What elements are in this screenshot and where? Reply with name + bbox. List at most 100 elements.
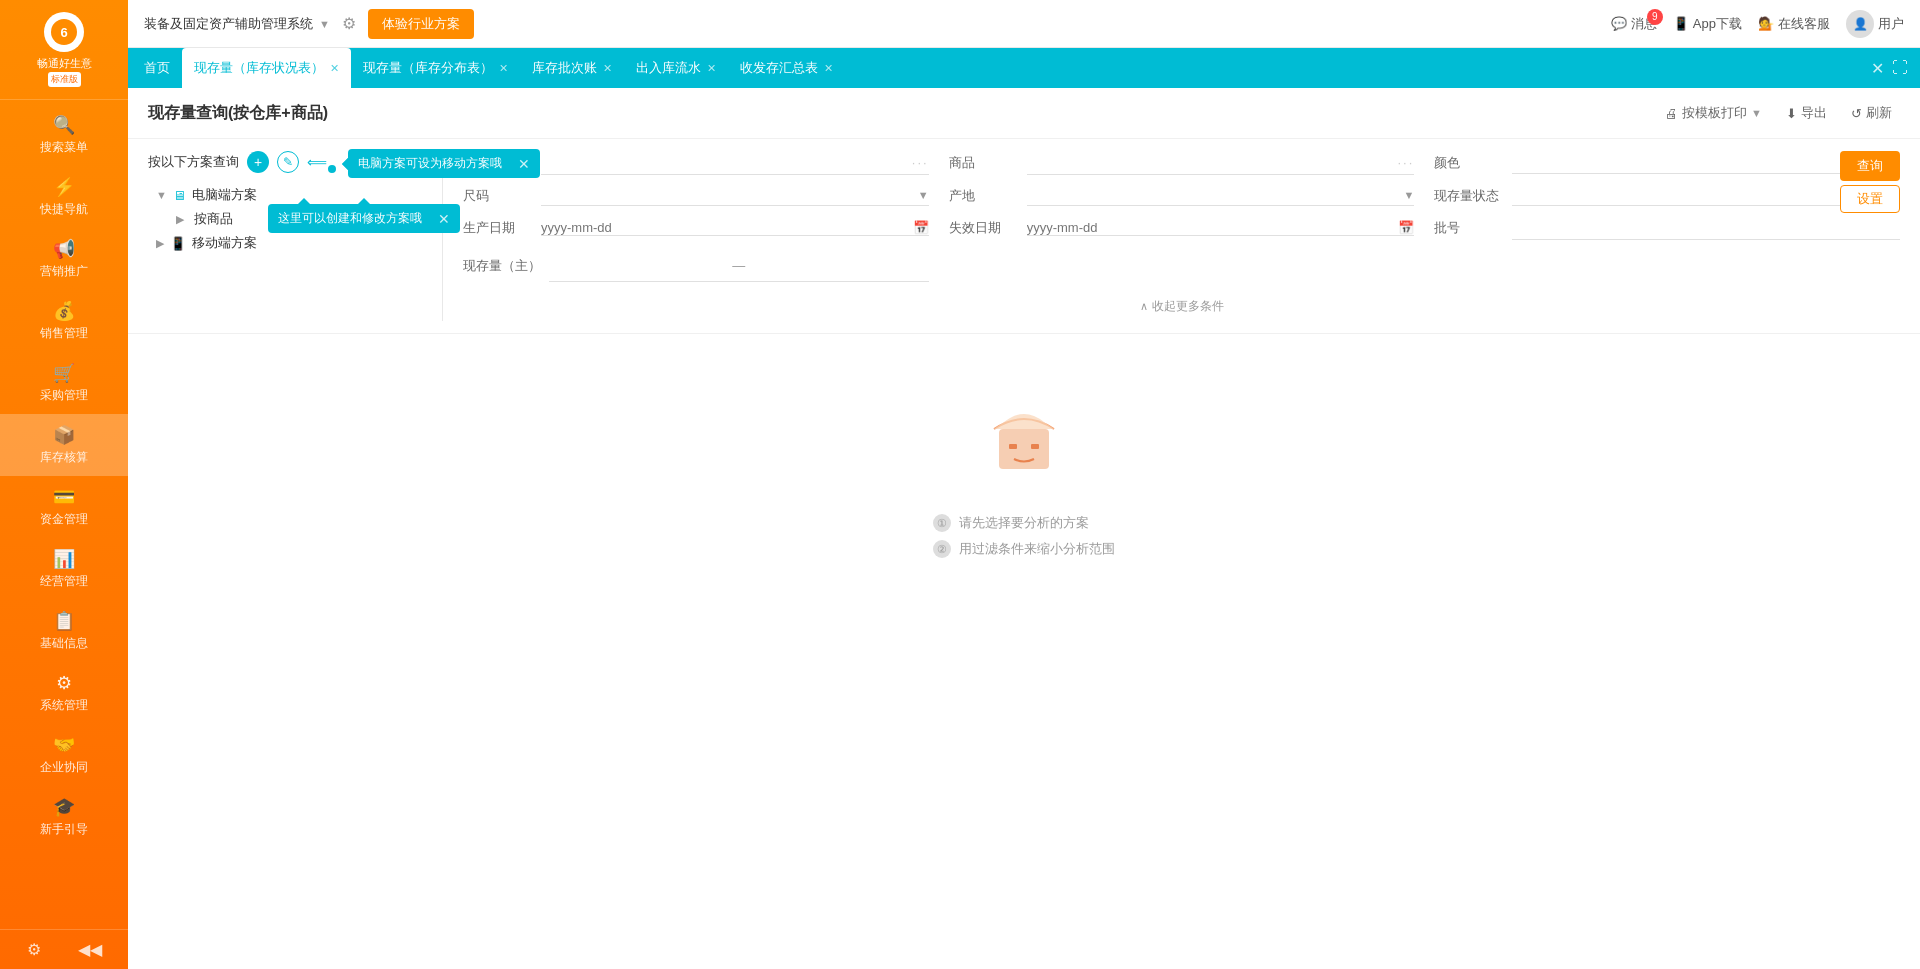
mfg-date-calendar-icon[interactable]: 📅 <box>913 220 929 235</box>
sidebar-item-guide[interactable]: 🎓 新手引导 <box>0 786 128 848</box>
sidebar-nav: 🔍 搜索菜单 ⚡ 快捷导航 📢 营销推广 💰 销售管理 🛒 采购管理 📦 库存核… <box>0 104 128 929</box>
filter-exp-date: 失效日期 📅 <box>949 216 1415 240</box>
tab-inout-flow-close[interactable]: ✕ <box>707 62 716 75</box>
sidebar-item-inventory[interactable]: 📦 库存核算 <box>0 414 128 476</box>
support-icon: 💁 <box>1758 16 1774 31</box>
svg-rect-2 <box>999 429 1049 469</box>
page-header: 现存量查询(按仓库+商品) 🖨 按模板打印 ▼ ⬇ 导出 ↺ 刷新 <box>128 88 1920 139</box>
user-group[interactable]: 👤 用户 <box>1846 10 1904 38</box>
tab-close-all-btn[interactable]: ✕ <box>1871 59 1884 78</box>
filter-mfg-date: 生产日期 📅 <box>463 216 929 240</box>
app-download-group[interactable]: 📱 App下载 <box>1673 15 1742 33</box>
header-right: 💬 消息 9 📱 App下载 💁 在线客服 👤 用户 <box>1611 10 1904 38</box>
refresh-label: 刷新 <box>1866 104 1892 122</box>
tooltip-add-text: 电脑方案可设为移动方案哦 <box>358 155 502 172</box>
batch-input[interactable] <box>1512 216 1900 240</box>
refresh-btn[interactable]: ↺ 刷新 <box>1843 100 1900 126</box>
tab-inventory-dist[interactable]: 现存量（库存分布表） ✕ <box>351 48 520 88</box>
sidebar-item-marketing[interactable]: 📢 营销推广 <box>0 228 128 290</box>
logo-badge: 标准版 <box>48 72 81 87</box>
settings-icon[interactable]: ⚙ <box>342 14 356 33</box>
tab-batch-account[interactable]: 库存批次账 ✕ <box>520 48 624 88</box>
scheme-item-mobile[interactable]: ▶ 📱 移动端方案 <box>156 231 426 255</box>
exp-date-calendar-icon[interactable]: 📅 <box>1398 220 1414 235</box>
filter-size: 尺码 ▼ <box>463 185 929 206</box>
empty-tip-1: ① 请先选择要分析的方案 <box>933 510 1115 536</box>
warehouse-dots[interactable]: ··· <box>912 155 929 170</box>
mobile-scheme-icon: 📱 <box>170 236 186 251</box>
tab-expand-btn[interactable]: ⛶ <box>1892 59 1908 77</box>
goods-dots[interactable]: ··· <box>1397 155 1414 170</box>
system-title-text: 装备及固定资产辅助管理系统 <box>144 15 313 33</box>
mfg-date-input[interactable] <box>541 220 909 235</box>
export-label: 导出 <box>1801 104 1827 122</box>
filter-add-btn[interactable]: + <box>247 151 269 173</box>
stock-qty-min-input[interactable] <box>549 254 724 277</box>
filter-row-3: 生产日期 📅 失效日期 📅 <box>463 216 1900 240</box>
exp-date-input[interactable] <box>1027 220 1395 235</box>
query-btn[interactable]: 查询 <box>1840 151 1900 181</box>
tab-home[interactable]: 首页 <box>132 48 182 88</box>
page-content: 现存量查询(按仓库+商品) 🖨 按模板打印 ▼ ⬇ 导出 ↺ 刷新 <box>128 88 1920 969</box>
filter-action-btns: 查询 设置 <box>1840 151 1900 213</box>
empty-state: ① 请先选择要分析的方案 ② 用过滤条件来缩小分析范围 <box>128 334 1920 622</box>
sidebar-item-quick[interactable]: ⚡ 快捷导航 <box>0 166 128 228</box>
filter-stock-qty: 现存量（主） — <box>463 250 929 282</box>
sidebar-item-sales[interactable]: 💰 销售管理 <box>0 290 128 352</box>
inventory-icon: 📦 <box>53 424 75 446</box>
message-group[interactable]: 💬 消息 9 <box>1611 15 1657 33</box>
scheme-panel: 按以下方案查询 + ✎ ⟸ ▼ 🖥 电脑端方案 <box>148 151 443 321</box>
industry-btn[interactable]: 体验行业方案 <box>368 9 474 39</box>
tab-inventory-dist-close[interactable]: ✕ <box>499 62 508 75</box>
tab-inventory-status[interactable]: 现存量（库存状况表） ✕ <box>182 48 351 88</box>
system-title-dropdown[interactable]: ▼ <box>319 18 330 30</box>
stock-qty-max-input[interactable] <box>753 254 928 277</box>
reset-btn[interactable]: 设置 <box>1840 185 1900 213</box>
filter-origin: 产地 ▼ <box>949 185 1415 206</box>
filter-edit-btn[interactable]: ✎ <box>277 151 299 173</box>
sidebar-item-purchase[interactable]: 🛒 采购管理 <box>0 352 128 414</box>
origin-select[interactable]: ▼ <box>1027 185 1415 206</box>
filter-row-1: 按仓库 ··· 商品 ··· <box>463 151 1900 175</box>
sidebar-item-label: 资金管理 <box>40 511 88 528</box>
size-label: 尺码 <box>463 187 533 205</box>
filter-label: 按以下方案查询 <box>148 153 239 171</box>
sidebar-item-label: 系统管理 <box>40 697 88 714</box>
tip-text-1: 请先选择要分析的方案 <box>959 510 1089 536</box>
sidebar-item-enterprise[interactable]: 🤝 企业协同 <box>0 724 128 786</box>
system-icon: ⚙ <box>56 672 72 694</box>
search-icon: 🔍 <box>53 114 75 136</box>
tooltip-edit-close[interactable]: ✕ <box>438 211 450 227</box>
empty-illustration <box>974 394 1074 494</box>
sidebar-item-basic[interactable]: 📋 基础信息 <box>0 600 128 662</box>
tab-inout-flow-label: 出入库流水 <box>636 59 701 77</box>
collapse-filter-btn[interactable]: ∧ 收起更多条件 <box>463 292 1900 321</box>
tab-recv-summary[interactable]: 收发存汇总表 ✕ <box>728 48 845 88</box>
sidebar-logo: 6 畅通好生意 标准版 <box>0 0 128 100</box>
filter-arrow-btn[interactable]: ⟸ <box>307 154 327 170</box>
tooltip-add-close[interactable]: ✕ <box>518 156 530 172</box>
stock-qty-separator: — <box>732 258 745 273</box>
origin-label: 产地 <box>949 187 1019 205</box>
support-group[interactable]: 💁 在线客服 <box>1758 15 1830 33</box>
pc-sub-label: 按商品 <box>194 210 233 228</box>
page-title: 现存量查询(按仓库+商品) <box>148 103 328 124</box>
tab-batch-account-close[interactable]: ✕ <box>603 62 612 75</box>
collapse-label: 收起更多条件 <box>1152 298 1224 315</box>
print-btn[interactable]: 🖨 按模板打印 ▼ <box>1657 100 1770 126</box>
tab-inout-flow[interactable]: 出入库流水 ✕ <box>624 48 728 88</box>
sidebar-item-finance[interactable]: 💳 资金管理 <box>0 476 128 538</box>
filter-area: 按以下方案查询 + ✎ ⟸ ▼ 🖥 电脑端方案 <box>128 139 1920 334</box>
sidebar-item-system[interactable]: ⚙ 系统管理 <box>0 662 128 724</box>
export-btn[interactable]: ⬇ 导出 <box>1778 100 1835 126</box>
sidebar-item-search[interactable]: 🔍 搜索菜单 <box>0 104 128 166</box>
tooltip-edit-text: 这里可以创建和修改方案哦 <box>278 210 422 227</box>
support-label: 在线客服 <box>1778 15 1830 33</box>
sidebar-item-operation[interactable]: 📊 经营管理 <box>0 538 128 600</box>
tab-recv-summary-close[interactable]: ✕ <box>824 62 833 75</box>
collapse-sidebar-btn[interactable]: ◀◀ <box>78 940 102 959</box>
settings-bottom-btn[interactable]: ⚙ <box>27 940 41 959</box>
svg-rect-3 <box>1009 444 1017 449</box>
tab-inventory-status-close[interactable]: ✕ <box>330 62 339 75</box>
size-select[interactable]: ▼ <box>541 185 929 206</box>
